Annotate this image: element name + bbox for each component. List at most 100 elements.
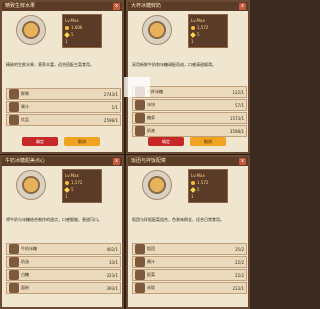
ingredient-count: 3598/1 <box>229 128 244 134</box>
stats-box: Lv.Max 1,572 5 1 <box>188 169 228 203</box>
ingredient-row: 冰块 57/1 <box>132 99 247 111</box>
ingredient-icon <box>9 115 19 125</box>
coin-icon <box>191 25 195 30</box>
recipe-card-4: 饭团与拌饭配菜 x Lv.Max 1,572 5 1 饭团与拌饭配菜组合，色香味… <box>126 155 250 309</box>
extra-row: 1 <box>65 193 99 200</box>
money-row: 1,572 <box>191 179 225 186</box>
extra-value: 1 <box>191 39 194 44</box>
cancel-button[interactable]: 取消 <box>190 137 226 146</box>
star-icon <box>190 31 196 38</box>
ingredient-icon <box>135 244 145 254</box>
ingredient-name: 米饭 <box>147 285 155 290</box>
money-value: 1,572 <box>71 180 83 185</box>
card-title: 饭团与拌饭配菜 <box>128 157 248 166</box>
level-row: Lv.Max <box>191 172 225 179</box>
coin-icon <box>65 25 69 30</box>
ingredient-row: 果汁 1/1 <box>6 101 121 113</box>
ingredient-row: 牛奶冰糖 402/1 <box>6 243 121 255</box>
ingredient-count: 22/2 <box>235 272 244 278</box>
money-row: 1,572 <box>191 24 225 31</box>
coin-icon <box>65 180 69 185</box>
extra-row: 1 <box>65 38 99 45</box>
ingredient-row: 配菜 22/2 <box>132 269 247 281</box>
ingredient-icon <box>9 102 19 112</box>
dish-image <box>142 170 172 200</box>
coin-icon <box>191 180 195 185</box>
money-value: 1,572 <box>197 25 209 30</box>
ingredient-name: 酱汁 <box>147 259 155 264</box>
ingredient-count: 122/1 <box>232 89 244 95</box>
card-title: 精致生鲜水果 <box>2 2 122 11</box>
close-button[interactable]: x <box>239 158 246 165</box>
ingredient-count: 213/1 <box>232 285 244 291</box>
ingredient-name: 果汁 <box>21 104 29 109</box>
star-value: 5 <box>71 187 74 192</box>
ingredient-row: 奶液 3598/1 <box>132 125 247 137</box>
card-title: 牛奶冰糖甜美点心 <box>2 157 122 166</box>
ingredient-name: 奶液 <box>147 128 155 133</box>
star-row: 5 <box>64 186 99 193</box>
ingredient-icon <box>135 113 145 123</box>
confirm-button[interactable]: 确定 <box>22 137 58 146</box>
extra-value: 1 <box>191 194 194 199</box>
ingredient-name: 饭团 <box>147 246 155 251</box>
extra-row: 1 <box>191 38 225 45</box>
ingredient-icon <box>9 283 19 293</box>
level-label: Lv.Max <box>191 18 205 23</box>
ingredient-count: 1573/1 <box>229 115 244 121</box>
ingredient-row: 鲜果 2743/1 <box>6 88 121 100</box>
dish-image <box>16 170 46 200</box>
ingredient-name: 牛奶冰糖 <box>21 246 37 251</box>
money-row: 1,606 <box>65 24 99 31</box>
action-buttons: 确定 取消 <box>22 137 100 146</box>
star-row: 5 <box>190 31 225 38</box>
level-label: Lv.Max <box>65 173 79 178</box>
ingredient-icon <box>9 270 19 280</box>
ingredient-icon <box>135 100 145 110</box>
recipe-card-3: 牛奶冰糖甜美点心 x Lv.Max 1,572 5 1 将牛奶与冰糖结合制作的甜… <box>0 155 124 309</box>
watermark-panel <box>124 77 150 97</box>
level-row: Lv.Max <box>191 17 225 24</box>
ingredient-row: 面粉 393/1 <box>6 282 121 294</box>
ingredient-icon <box>9 244 19 254</box>
ingredient-row: 饭团 35/2 <box>132 243 247 255</box>
confirm-button[interactable]: 确定 <box>148 137 184 146</box>
recipe-description: 精致的生鲜水果，营养丰富，适合搭配主菜食用。 <box>6 62 94 67</box>
level-row: Lv.Max <box>65 17 99 24</box>
money-row: 1,572 <box>65 179 99 186</box>
ingredient-count: 35/2 <box>235 246 244 252</box>
star-row: 5 <box>64 31 99 38</box>
ingredient-row: 酱汁 22/2 <box>132 256 247 268</box>
money-value: 1,606 <box>71 25 83 30</box>
ingredient-name: 奶油 <box>21 259 29 264</box>
close-button[interactable]: x <box>113 3 120 10</box>
ingredient-icon <box>135 126 145 136</box>
star-row: 5 <box>190 186 225 193</box>
level-row: Lv.Max <box>65 172 99 179</box>
star-icon <box>190 186 196 193</box>
card-title: 大杯冰糖鲜奶 <box>128 2 248 11</box>
recipe-description: 将牛奶与冰糖结合制作的甜点，口感细腻，香甜可口。 <box>6 217 102 222</box>
cancel-button[interactable]: 取消 <box>64 137 100 146</box>
dish-image <box>142 15 172 45</box>
ingredient-row: 糖浆 1573/1 <box>132 112 247 124</box>
ingredient-name: 面粉 <box>21 285 29 290</box>
close-button[interactable]: x <box>113 158 120 165</box>
ingredient-name: 大杯冰糖 <box>147 89 163 94</box>
ingredient-icon <box>135 283 145 293</box>
ingredient-count: 393/1 <box>106 285 118 291</box>
screen-root: 精致生鲜水果 x Lv.Max 1,606 5 1 精致的生鲜水果，营养丰富，适… <box>0 0 250 309</box>
ingredient-row: 奶油 33/1 <box>6 256 121 268</box>
recipe-description: 饭团与拌饭配菜组合，色香味俱全，适合日常食用。 <box>132 217 224 222</box>
ingredient-row: 饮品 2598/1 <box>6 114 121 126</box>
ingredient-icon <box>135 257 145 267</box>
ingredient-icon <box>9 257 19 267</box>
stats-box: Lv.Max 1,572 5 1 <box>188 14 228 48</box>
extra-value: 1 <box>65 39 68 44</box>
ingredient-count: 57/1 <box>235 102 244 108</box>
ingredient-count: 22/2 <box>235 259 244 265</box>
close-button[interactable]: x <box>239 3 246 10</box>
dish-image <box>16 15 46 45</box>
star-value: 5 <box>71 32 74 37</box>
money-value: 1,572 <box>197 180 209 185</box>
